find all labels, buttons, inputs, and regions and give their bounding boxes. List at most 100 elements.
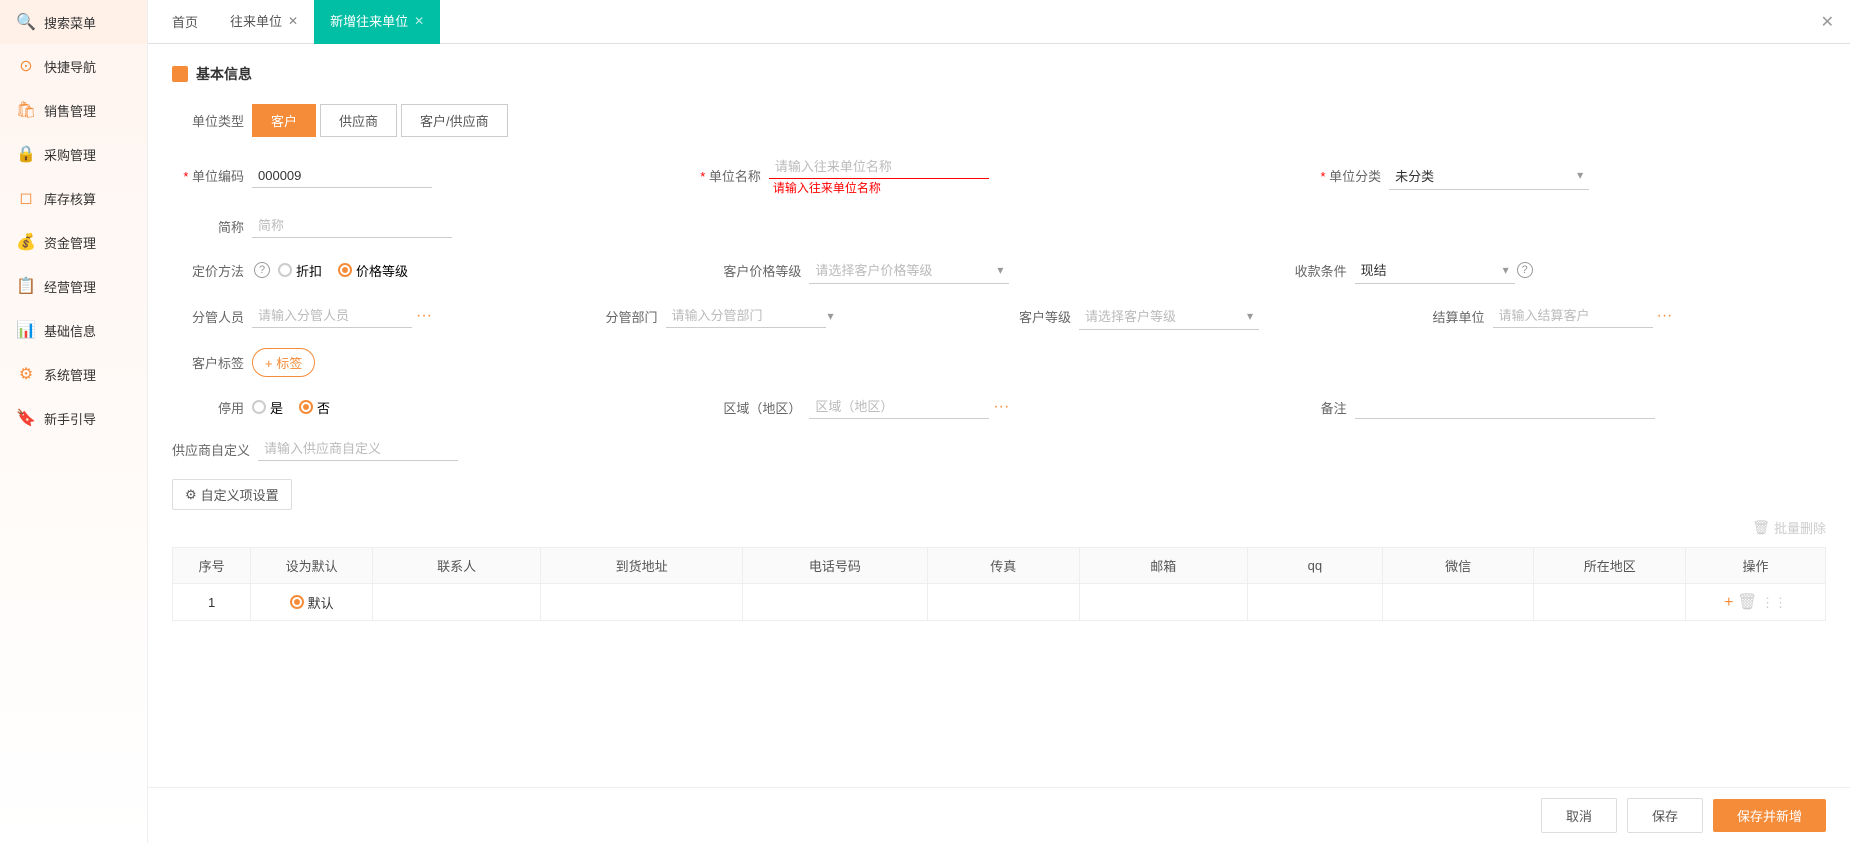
tag-row: 客户标签 + 标签 [172, 348, 1826, 377]
type-btn-customer[interactable]: 客户 [252, 104, 316, 137]
unit-name-input[interactable] [769, 155, 989, 179]
tab-partners[interactable]: 往来单位 ✕ [214, 0, 314, 44]
row-fax[interactable] [927, 584, 1079, 621]
search-icon: 🔍 [16, 12, 36, 32]
tab-new-partner[interactable]: 新增往来单位 ✕ [314, 0, 440, 44]
pricing-help-icon[interactable]: ? [254, 262, 270, 278]
settlement-dots-btn[interactable]: ··· [1653, 307, 1677, 325]
close-main-button[interactable]: ✕ [1813, 12, 1842, 32]
row-wechat-input[interactable] [1423, 595, 1493, 610]
tab-home[interactable]: 首页 [156, 0, 214, 44]
unit-type-label: 单位类型 [172, 111, 252, 130]
row-email-input[interactable] [1123, 595, 1203, 610]
row-default-radio[interactable] [290, 595, 304, 609]
disabled-row: 停用 是 否 区域（地区） ··· 备注 [172, 395, 1826, 419]
radio-circle-yes [252, 400, 266, 414]
close-partners-tab[interactable]: ✕ [288, 14, 298, 28]
area-input[interactable] [809, 395, 989, 419]
customer-level-select[interactable]: 请选择客户等级 ▾ [1079, 302, 1259, 330]
department-input[interactable] [666, 304, 826, 328]
area-label: 区域（地区） [723, 398, 809, 417]
supplier-custom-row: 供应商自定义 [172, 437, 1826, 461]
inventory-icon: ◻ [16, 188, 36, 208]
payment-help-icon[interactable]: ? [1517, 262, 1533, 278]
area-dots-btn[interactable]: ··· [989, 398, 1013, 416]
row-contact-input[interactable] [417, 595, 497, 610]
payment-terms-select[interactable]: 现结 ▾ [1355, 256, 1515, 284]
pricing-radio-level[interactable]: 价格等级 [338, 261, 408, 280]
type-buttons: 客户 供应商 客户/供应商 [252, 104, 508, 137]
row-qq[interactable] [1247, 584, 1382, 621]
add-tag-button[interactable]: + 标签 [252, 348, 315, 377]
payment-terms-label: 收款条件 [1275, 261, 1355, 280]
type-btn-supplier[interactable]: 供应商 [320, 104, 397, 137]
sidebar-item-quicknav[interactable]: ⊙ 快捷导航 [0, 44, 147, 88]
sidebar-item-label: 快捷导航 [44, 57, 96, 76]
col-fax: 传真 [927, 548, 1079, 584]
sidebar-item-inventory[interactable]: ◻ 库存核算 [0, 176, 147, 220]
customer-tag-label: 客户标签 [172, 353, 252, 372]
save-button[interactable]: 保存 [1627, 798, 1703, 833]
remarks-col: 备注 [1275, 395, 1826, 419]
customer-price-placeholder: 请选择客户价格等级 [815, 260, 997, 279]
type-btn-both[interactable]: 客户/供应商 [401, 104, 508, 137]
customer-price-select[interactable]: 请选择客户价格等级 ▾ [809, 256, 1009, 284]
custom-settings-button[interactable]: ⚙ 自定义项设置 [172, 479, 292, 510]
customer-level-col: 客户等级 请选择客户等级 ▾ [999, 302, 1413, 330]
row-drag-handle[interactable]: ⋮⋮ [1761, 595, 1787, 610]
row-add-button[interactable]: + [1724, 594, 1733, 612]
sidebar-item-finance[interactable]: 💰 资金管理 [0, 220, 147, 264]
close-new-partner-tab[interactable]: ✕ [414, 14, 424, 28]
row-address[interactable] [541, 584, 743, 621]
supplier-custom-input[interactable] [258, 437, 458, 461]
row-default-label: 默认 [308, 593, 334, 612]
row-delete-button[interactable]: 🗑 [1737, 592, 1757, 612]
guide-icon: 🔖 [16, 408, 36, 428]
short-name-input[interactable] [252, 214, 452, 238]
settlement-input[interactable] [1493, 304, 1653, 328]
row-email[interactable] [1079, 584, 1247, 621]
remarks-label: 备注 [1275, 398, 1355, 417]
batch-delete-label[interactable]: 批量删除 [1774, 518, 1826, 537]
sales-icon: 🛍 [16, 100, 36, 120]
manager-input[interactable] [252, 304, 412, 328]
disabled-radio-no[interactable]: 否 [299, 398, 330, 417]
unit-code-label: 单位编码 [172, 166, 252, 185]
manager-dots-btn[interactable]: ··· [412, 307, 436, 325]
sidebar-item-search[interactable]: 🔍 搜索菜单 [0, 0, 147, 44]
pricing-discount-label: 折扣 [296, 261, 322, 280]
operations-icon: 📋 [16, 276, 36, 296]
row-seq: 1 [173, 584, 251, 621]
sidebar-item-system[interactable]: ⚙ 系统管理 [0, 352, 147, 396]
row-qq-input[interactable] [1285, 595, 1345, 610]
short-name-row: 简称 [172, 214, 1826, 238]
unit-code-input[interactable] [252, 164, 432, 188]
col-email: 邮箱 [1079, 548, 1247, 584]
unit-info-row: 单位编码 单位名称 请输入往来单位名称 单位分类 未分类 ▾ [172, 155, 1826, 196]
sidebar-item-operations[interactable]: 📋 经营管理 [0, 264, 147, 308]
contacts-table: 序号 设为默认 联系人 到货地址 电话号码 传真 邮箱 qq 微信 所在地区 操… [172, 547, 1826, 621]
col-area: 所在地区 [1534, 548, 1686, 584]
chevron-down-icon4: ▾ [1247, 309, 1253, 323]
sidebar-item-newguide[interactable]: 🔖 新手引导 [0, 396, 147, 440]
row-area-input[interactable] [1575, 595, 1645, 610]
cancel-button[interactable]: 取消 [1541, 798, 1617, 833]
disabled-radio-group: 是 否 [252, 398, 330, 417]
sidebar-item-purchase[interactable]: 🔒 采购管理 [0, 132, 147, 176]
pricing-radio-discount[interactable]: 折扣 [278, 261, 322, 280]
sidebar-item-basics[interactable]: 📊 基础信息 [0, 308, 147, 352]
row-address-input[interactable] [592, 595, 692, 610]
save-new-button[interactable]: 保存并新增 [1713, 799, 1826, 832]
row-area[interactable] [1534, 584, 1686, 621]
row-contact[interactable] [373, 584, 541, 621]
row-fax-input[interactable] [968, 595, 1038, 610]
sidebar-item-sales[interactable]: 🛍 销售管理 [0, 88, 147, 132]
row-phone-input[interactable] [790, 595, 880, 610]
disabled-radio-yes[interactable]: 是 [252, 398, 283, 417]
row-wechat[interactable] [1382, 584, 1534, 621]
remarks-input[interactable] [1355, 395, 1655, 419]
disabled-yes-label: 是 [270, 398, 283, 417]
row-phone[interactable] [742, 584, 927, 621]
sidebar-item-label: 资金管理 [44, 233, 96, 252]
unit-category-select[interactable]: 未分类 ▾ [1389, 162, 1589, 190]
